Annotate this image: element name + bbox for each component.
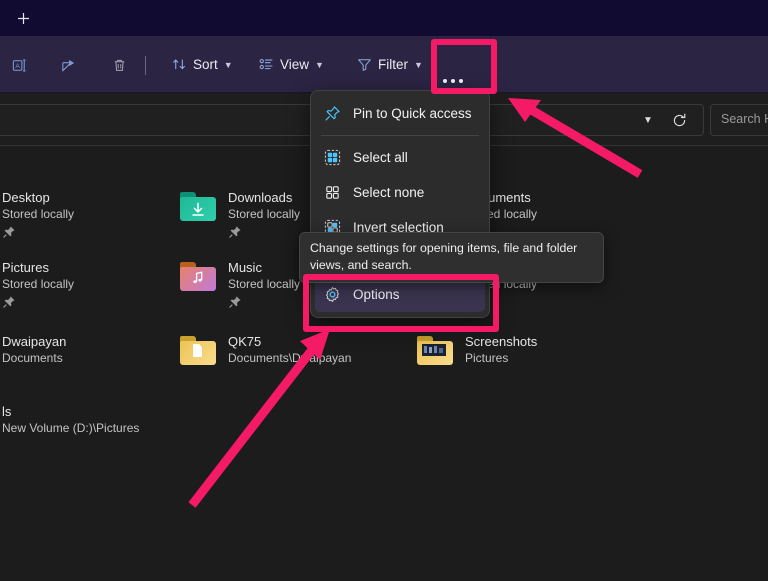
file-subtitle: Stored locally [2,276,74,293]
pin-icon [228,295,242,309]
file-name: Downloads [228,189,300,206]
menu-item-label: Options [353,287,400,302]
pin-icon [228,225,242,239]
menu-item-pin-to-quick-access[interactable]: Pin to Quick access [315,96,485,131]
menu-item-label: Pin to Quick access [353,106,472,121]
view-button[interactable]: View ▼ [250,48,332,81]
file-subtitle: Documents [2,350,66,367]
view-icon [258,56,275,73]
plus-icon [17,12,30,25]
list-item[interactable]: QK75 Documents\Dwaipayan [178,332,351,368]
sort-button[interactable]: Sort ▼ [163,48,241,81]
menu-item-select-all[interactable]: Select all [315,140,485,175]
folder-generic-icon [178,332,218,368]
folder-downloads-icon [178,188,218,224]
menu-item-label: Select none [353,185,424,200]
file-name: Dwaipayan [2,333,66,350]
select-none-icon [323,184,341,202]
address-dropdown-chevron-down-icon[interactable]: ▼ [637,111,659,129]
file-subtitle: Pictures [465,350,537,367]
pin-icon [323,105,341,123]
title-bar [0,0,768,36]
folder-music-icon [178,258,218,294]
file-subtitle: New Volume (D:)\Pictures [2,420,139,437]
menu-item-select-none[interactable]: Select none [315,175,485,210]
toolbar-divider [145,56,146,75]
list-item[interactable]: Music Stored locally [178,258,300,309]
command-toolbar: A Sort ▼ [0,36,768,93]
new-tab-button[interactable] [10,5,36,31]
list-item[interactable]: Desktop Stored locally [0,188,74,239]
menu-divider [321,135,479,136]
sort-label: Sort [193,57,218,72]
folder-screenshots-icon [415,332,455,368]
list-item[interactable]: Downloads Stored locally [178,188,300,239]
chevron-down-icon: ▼ [224,60,233,70]
menu-item-label: Select all [353,150,408,165]
pin-icon [2,295,16,309]
list-item[interactable]: ls New Volume (D:)\Pictures [0,402,139,438]
filter-button[interactable]: Filter ▼ [348,48,431,81]
see-more-context-menu: Pin to Quick access Select all [310,90,490,318]
refresh-icon[interactable] [668,110,690,130]
file-subtitle: Documents\Dwaipayan [228,350,351,367]
options-tooltip: Change settings for opening items, file … [299,232,604,283]
file-name: ls [2,403,139,420]
file-explorer-window: A Sort ▼ [0,0,768,581]
see-more-button[interactable] [443,79,463,83]
sort-icon [171,56,188,73]
share-icon[interactable] [52,49,84,81]
filter-label: Filter [378,57,408,72]
file-name: Screenshots [465,333,537,350]
chevron-down-icon: ▼ [315,60,324,70]
file-subtitle: Stored locally [228,206,300,223]
search-placeholder: Search Ho [721,112,768,126]
list-item[interactable]: Pictures Stored locally [0,258,74,309]
search-input[interactable]: Search Ho [710,104,768,136]
view-label: View [280,57,309,72]
file-name: Pictures [2,259,74,276]
chevron-down-icon: ▼ [414,60,423,70]
file-subtitle: Stored locally [228,276,300,293]
gear-icon [323,286,341,304]
filter-icon [356,56,373,73]
delete-icon[interactable] [103,49,135,81]
file-subtitle: Stored locally [2,206,74,223]
list-item[interactable]: Screenshots Pictures [415,332,537,368]
pin-icon [2,225,16,239]
select-all-icon [323,149,341,167]
list-item[interactable]: Dwaipayan Documents [0,332,66,368]
file-name: Music [228,259,300,276]
file-name: Desktop [2,189,74,206]
file-name: QK75 [228,333,351,350]
svg-text:A: A [15,63,20,70]
rename-icon[interactable]: A [3,49,35,81]
